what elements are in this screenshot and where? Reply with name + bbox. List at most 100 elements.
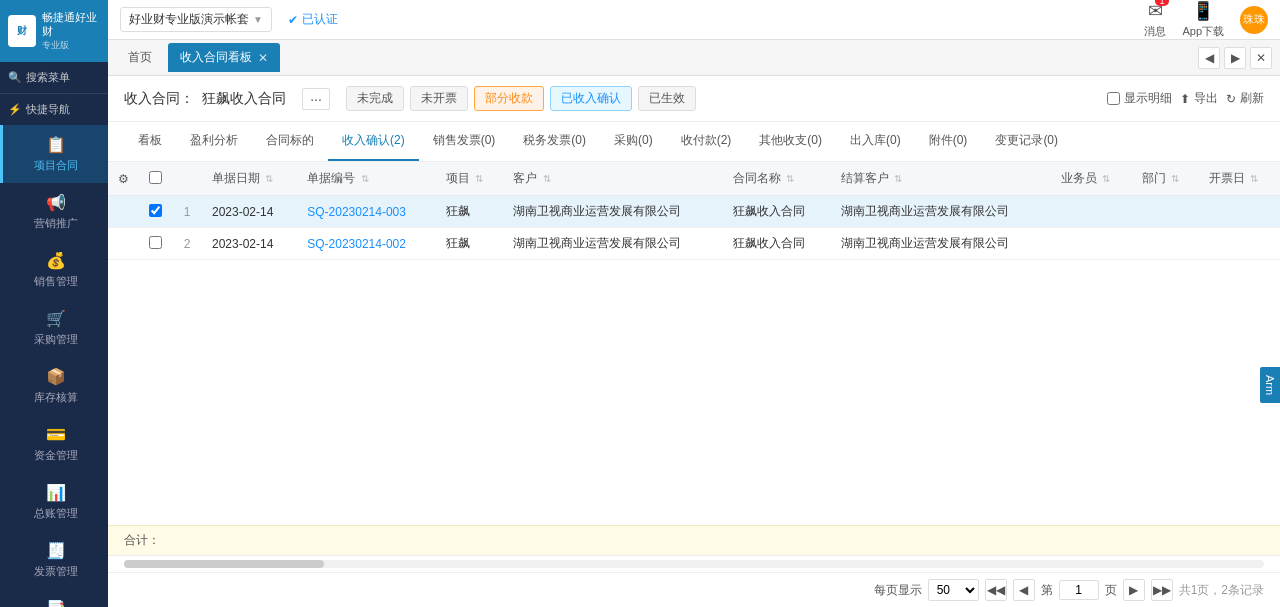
prev-page-button[interactable]: ◀ [1013,579,1035,601]
tab-next-button[interactable]: ▶ [1224,47,1246,69]
tab-tax-invoice[interactable]: 税务发票(0) [509,122,600,161]
next-page-button[interactable]: ▶ [1123,579,1145,601]
tab-attachment[interactable]: 附件(0) [915,122,982,161]
main-area: 好业财专业版演示帐套 ▼ ✔ 已认证 ✉ 1 消息 📱 App下载 珠珠 [108,0,1280,607]
sales-icon: 💰 [46,251,66,270]
tab-close-button[interactable]: ✕ [258,51,268,65]
tab-other[interactable]: 其他收支(0) [745,122,836,161]
table-area: ⚙ 单据日期 ⇅ 单据编号 ⇅ 项目 ⇅ 客户 ⇅ 合同名称 ⇅ 结算客户 ⇅ [108,162,1280,525]
last-page-button[interactable]: ▶▶ [1151,579,1173,601]
scrollbar-track[interactable] [124,560,1264,568]
first-page-button[interactable]: ◀◀ [985,579,1007,601]
sidebar-item-label: 销售管理 [34,274,78,289]
row-order-no[interactable]: SQ-20230214-003 [297,196,436,228]
row-order-no[interactable]: SQ-20230214-002 [297,228,436,260]
department-column[interactable]: 部门 ⇅ [1132,162,1199,196]
row-department [1132,228,1199,260]
avatar[interactable]: 珠珠 [1240,6,1268,34]
status-uncomplete[interactable]: 未完成 [346,86,404,111]
status-confirmed[interactable]: 已收入确认 [550,86,632,111]
order-no-column[interactable]: 单据编号 ⇅ [297,162,436,196]
home-tab[interactable]: 首页 [116,43,164,72]
confirmed-label: 已收入确认 [561,91,621,105]
sidebar-item-funds[interactable]: 💳 资金管理 [0,415,108,473]
show-detail-label: 显示明细 [1124,90,1172,107]
tab-prev-button[interactable]: ◀ [1198,47,1220,69]
order-no-link[interactable]: SQ-20230214-002 [307,237,406,251]
status-effective[interactable]: 已生效 [638,86,696,111]
search-menu-item[interactable]: 🔍 搜索菜单 [0,62,108,94]
scrollbar-thumb[interactable] [124,560,324,568]
row-project: 狂飙 [436,196,503,228]
side-action-button[interactable]: Arm [1260,366,1280,402]
verified-dot: ✔ [288,13,298,27]
total-info: 共1页，2条记录 [1179,582,1264,599]
salesperson-column[interactable]: 业务员 ⇅ [1051,162,1132,196]
page-subtitle: 狂飙收入合同 [202,90,286,108]
row-checkbox[interactable] [149,236,162,249]
marketing-icon: 📢 [46,193,66,212]
tab-contract[interactable]: 合同标的 [252,122,328,161]
order-no-link[interactable]: SQ-20230214-003 [307,205,406,219]
quick-nav-item[interactable]: ⚡ 快捷导航 [0,94,108,125]
tab-kanban[interactable]: 看板 [124,122,176,161]
tab-purchase[interactable]: 采购(0) [600,122,667,161]
customer-column[interactable]: 客户 ⇅ [503,162,723,196]
tab-payment[interactable]: 收付款(2) [667,122,746,161]
tab-changes[interactable]: 变更记录(0) [981,122,1072,161]
project-column[interactable]: 项目 ⇅ [436,162,503,196]
date-column[interactable]: 单据日期 ⇅ [202,162,297,196]
sidebar-item-sales[interactable]: 💰 销售管理 [0,241,108,299]
tab-profit[interactable]: 盈利分析 [176,122,252,161]
row-salesperson [1051,196,1132,228]
refresh-button[interactable]: ↻ 刷新 [1226,90,1264,107]
per-page-select[interactable]: 50 100 200 [928,579,979,601]
settle-customer-column[interactable]: 结算客户 ⇅ [831,162,1051,196]
row-check[interactable] [139,228,172,260]
settings-column[interactable]: ⚙ [108,162,139,196]
status-uninvoiced[interactable]: 未开票 [410,86,468,111]
check-column [139,162,172,196]
sidebar-item-marketing[interactable]: 📢 营销推广 [0,183,108,241]
sidebar-item-invoice[interactable]: 🧾 发票管理 [0,531,108,589]
company-name: 好业财专业版演示帐套 [129,11,249,28]
open-date-column[interactable]: 开票日 ⇅ [1199,162,1280,196]
select-all-checkbox[interactable] [149,171,162,184]
tab-close-all-button[interactable]: ✕ [1250,47,1272,69]
tab-sales-invoice[interactable]: 销售发票(0) [419,122,510,161]
show-detail-checkbox[interactable]: 显示明细 [1107,90,1172,107]
tabs-navigation: ◀ ▶ ✕ [1198,47,1272,69]
row-checkbox[interactable] [149,204,162,217]
row-check[interactable] [139,196,172,228]
show-detail-input[interactable] [1107,92,1120,105]
row-date: 2023-02-14 [202,196,297,228]
app-download-button[interactable]: 📱 App下载 [1182,0,1224,39]
tab-confirm[interactable]: 收入确认(2) [328,122,419,161]
more-button[interactable]: ··· [302,88,330,110]
sidebar-item-tax[interactable]: 📑 税务管理 [0,589,108,607]
uninvoiced-label: 未开票 [421,91,457,105]
company-selector[interactable]: 好业财专业版演示帐套 ▼ [120,7,272,32]
page-input[interactable] [1059,580,1099,600]
sidebar-item-general[interactable]: 📊 总账管理 [0,473,108,531]
active-tab[interactable]: 收入合同看板 ✕ [168,43,280,72]
sidebar-item-project[interactable]: 📋 项目合同 [0,125,108,183]
refresh-label: 刷新 [1240,90,1264,107]
active-tab-label: 收入合同看板 [180,49,252,66]
export-icon: ⬆ [1180,92,1190,106]
chevron-down-icon: ▼ [253,14,263,25]
sidebar-item-purchase[interactable]: 🛒 采购管理 [0,299,108,357]
status-partial[interactable]: 部分收款 [474,86,544,111]
table-wrapper[interactable]: ⚙ 单据日期 ⇅ 单据编号 ⇅ 项目 ⇅ 客户 ⇅ 合同名称 ⇅ 结算客户 ⇅ [108,162,1280,525]
sidebar-item-inventory[interactable]: 📦 库存核算 [0,357,108,415]
export-button[interactable]: ⬆ 导出 [1180,90,1218,107]
message-button[interactable]: ✉ 1 消息 [1144,0,1166,39]
partial-label: 部分收款 [485,91,533,105]
logo-main-text: 畅捷通好业财 [42,10,100,39]
contract-name-column[interactable]: 合同名称 ⇅ [723,162,831,196]
per-page-label: 每页显示 [874,582,922,599]
table-footer: 合计： [108,525,1280,555]
tab-outin[interactable]: 出入库(0) [836,122,915,161]
row-customer: 湖南卫视商业运营发展有限公司 [503,228,723,260]
side-action-panel: Arm [1260,366,1280,402]
